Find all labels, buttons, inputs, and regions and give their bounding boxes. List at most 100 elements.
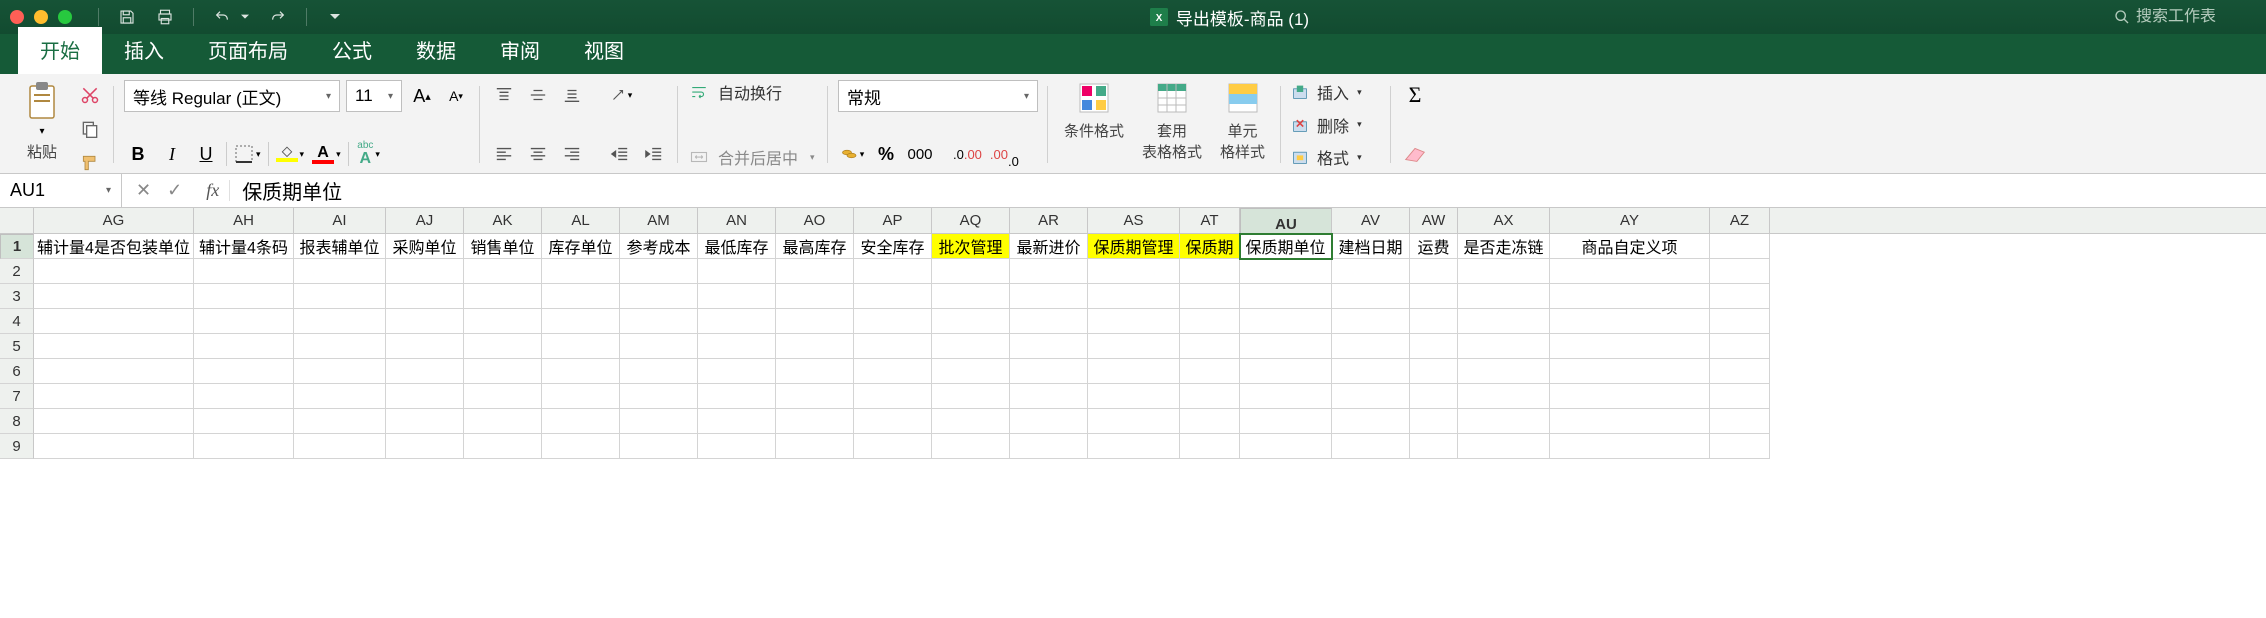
- cell-AR1[interactable]: 最新进价: [1010, 234, 1088, 259]
- column-header-AQ[interactable]: AQ: [932, 208, 1010, 233]
- cell-AP9[interactable]: [854, 434, 932, 459]
- cell-AY7[interactable]: [1550, 384, 1710, 409]
- cell-AU6[interactable]: [1240, 359, 1332, 384]
- search-box[interactable]: [2114, 8, 2256, 26]
- merge-center-button[interactable]: 合并后居中 ▾: [688, 145, 818, 169]
- cell-AK9[interactable]: [464, 434, 542, 459]
- cell-AT1[interactable]: 保质期: [1180, 234, 1240, 259]
- close-window-button[interactable]: [10, 10, 24, 24]
- cell-AI3[interactable]: [294, 284, 386, 309]
- clear-button[interactable]: [1401, 139, 1429, 169]
- cell-AG3[interactable]: [34, 284, 194, 309]
- cell-styles-button[interactable]: 单元 格样式: [1214, 80, 1271, 162]
- cell-AK4[interactable]: [464, 309, 542, 334]
- cell-AO1[interactable]: 最高库存: [776, 234, 854, 259]
- column-header-AI[interactable]: AI: [294, 208, 386, 233]
- cell-AM8[interactable]: [620, 409, 698, 434]
- cell-AN7[interactable]: [698, 384, 776, 409]
- cell-AQ4[interactable]: [932, 309, 1010, 334]
- cell-AP4[interactable]: [854, 309, 932, 334]
- cell-AS1[interactable]: 保质期管理: [1088, 234, 1180, 259]
- cell-AG1[interactable]: 辅计量4是否包装单位: [34, 234, 194, 259]
- cell-AG8[interactable]: [34, 409, 194, 434]
- cell-AW6[interactable]: [1410, 359, 1458, 384]
- cell-AX5[interactable]: [1458, 334, 1550, 359]
- cell-AL7[interactable]: [542, 384, 620, 409]
- row-header-6[interactable]: 6: [0, 359, 34, 384]
- format-as-table-button[interactable]: 套用 表格格式: [1136, 80, 1208, 162]
- cell-AH8[interactable]: [194, 409, 294, 434]
- cell-AI1[interactable]: 报表辅单位: [294, 234, 386, 259]
- cell-AG5[interactable]: [34, 334, 194, 359]
- cell-AX7[interactable]: [1458, 384, 1550, 409]
- cell-AR7[interactable]: [1010, 384, 1088, 409]
- cell-AZ1[interactable]: [1710, 234, 1770, 259]
- cell-AL1[interactable]: 库存单位: [542, 234, 620, 259]
- cell-AN1[interactable]: 最低库存: [698, 234, 776, 259]
- conditional-format-button[interactable]: 条件格式: [1058, 80, 1130, 141]
- cell-AG2[interactable]: [34, 259, 194, 284]
- tab-开始[interactable]: 开始: [18, 27, 102, 74]
- cell-AT3[interactable]: [1180, 284, 1240, 309]
- font-size-select[interactable]: 11▾: [346, 80, 402, 112]
- cell-AV5[interactable]: [1332, 334, 1410, 359]
- cell-AS2[interactable]: [1088, 259, 1180, 284]
- increase-decimal-button[interactable]: .0.00: [952, 139, 983, 169]
- column-header-AV[interactable]: AV: [1332, 208, 1410, 233]
- cell-AX8[interactable]: [1458, 409, 1550, 434]
- cell-AL3[interactable]: [542, 284, 620, 309]
- row-header-9[interactable]: 9: [0, 434, 34, 459]
- cell-AH7[interactable]: [194, 384, 294, 409]
- cell-AM5[interactable]: [620, 334, 698, 359]
- cell-AS5[interactable]: [1088, 334, 1180, 359]
- cell-AV6[interactable]: [1332, 359, 1410, 384]
- decrease-decimal-button[interactable]: .00.0: [989, 139, 1020, 169]
- cell-AL8[interactable]: [542, 409, 620, 434]
- cell-AK3[interactable]: [464, 284, 542, 309]
- cell-AQ9[interactable]: [932, 434, 1010, 459]
- cell-AS3[interactable]: [1088, 284, 1180, 309]
- cell-AX6[interactable]: [1458, 359, 1550, 384]
- cell-AS9[interactable]: [1088, 434, 1180, 459]
- fill-color-button[interactable]: ▾: [275, 139, 306, 169]
- cell-AU7[interactable]: [1240, 384, 1332, 409]
- cell-AO8[interactable]: [776, 409, 854, 434]
- zoom-window-button[interactable]: [58, 10, 72, 24]
- tab-页面布局[interactable]: 页面布局: [186, 27, 310, 74]
- row-header-4[interactable]: 4: [0, 309, 34, 334]
- cell-AP7[interactable]: [854, 384, 932, 409]
- currency-button[interactable]: ▾: [838, 139, 866, 169]
- cell-AN9[interactable]: [698, 434, 776, 459]
- cell-AV1[interactable]: 建档日期: [1332, 234, 1410, 259]
- cell-AY8[interactable]: [1550, 409, 1710, 434]
- cell-AJ4[interactable]: [386, 309, 464, 334]
- cell-AO2[interactable]: [776, 259, 854, 284]
- column-header-AW[interactable]: AW: [1410, 208, 1458, 233]
- cell-AY2[interactable]: [1550, 259, 1710, 284]
- cell-AT6[interactable]: [1180, 359, 1240, 384]
- column-header-AS[interactable]: AS: [1088, 208, 1180, 233]
- cell-AV3[interactable]: [1332, 284, 1410, 309]
- tab-插入[interactable]: 插入: [102, 27, 186, 74]
- cell-AY6[interactable]: [1550, 359, 1710, 384]
- minimize-window-button[interactable]: [34, 10, 48, 24]
- cell-AG7[interactable]: [34, 384, 194, 409]
- cell-AN2[interactable]: [698, 259, 776, 284]
- cell-AV9[interactable]: [1332, 434, 1410, 459]
- cell-AT9[interactable]: [1180, 434, 1240, 459]
- cell-AM6[interactable]: [620, 359, 698, 384]
- format-painter-button[interactable]: [76, 148, 104, 178]
- italic-button[interactable]: I: [158, 139, 186, 169]
- column-header-AM[interactable]: AM: [620, 208, 698, 233]
- cell-AY1[interactable]: 商品自定义项: [1550, 234, 1710, 259]
- cell-AQ2[interactable]: [932, 259, 1010, 284]
- cell-AU5[interactable]: [1240, 334, 1332, 359]
- font-color-button[interactable]: A▾: [311, 139, 342, 169]
- tab-视图[interactable]: 视图: [562, 27, 646, 74]
- cell-AP6[interactable]: [854, 359, 932, 384]
- print-icon[interactable]: [155, 7, 175, 27]
- delete-cells-button[interactable]: 删除▾: [1291, 113, 1381, 137]
- cell-AH2[interactable]: [194, 259, 294, 284]
- tab-审阅[interactable]: 审阅: [478, 27, 562, 74]
- orientation-button[interactable]: ▾: [606, 80, 634, 110]
